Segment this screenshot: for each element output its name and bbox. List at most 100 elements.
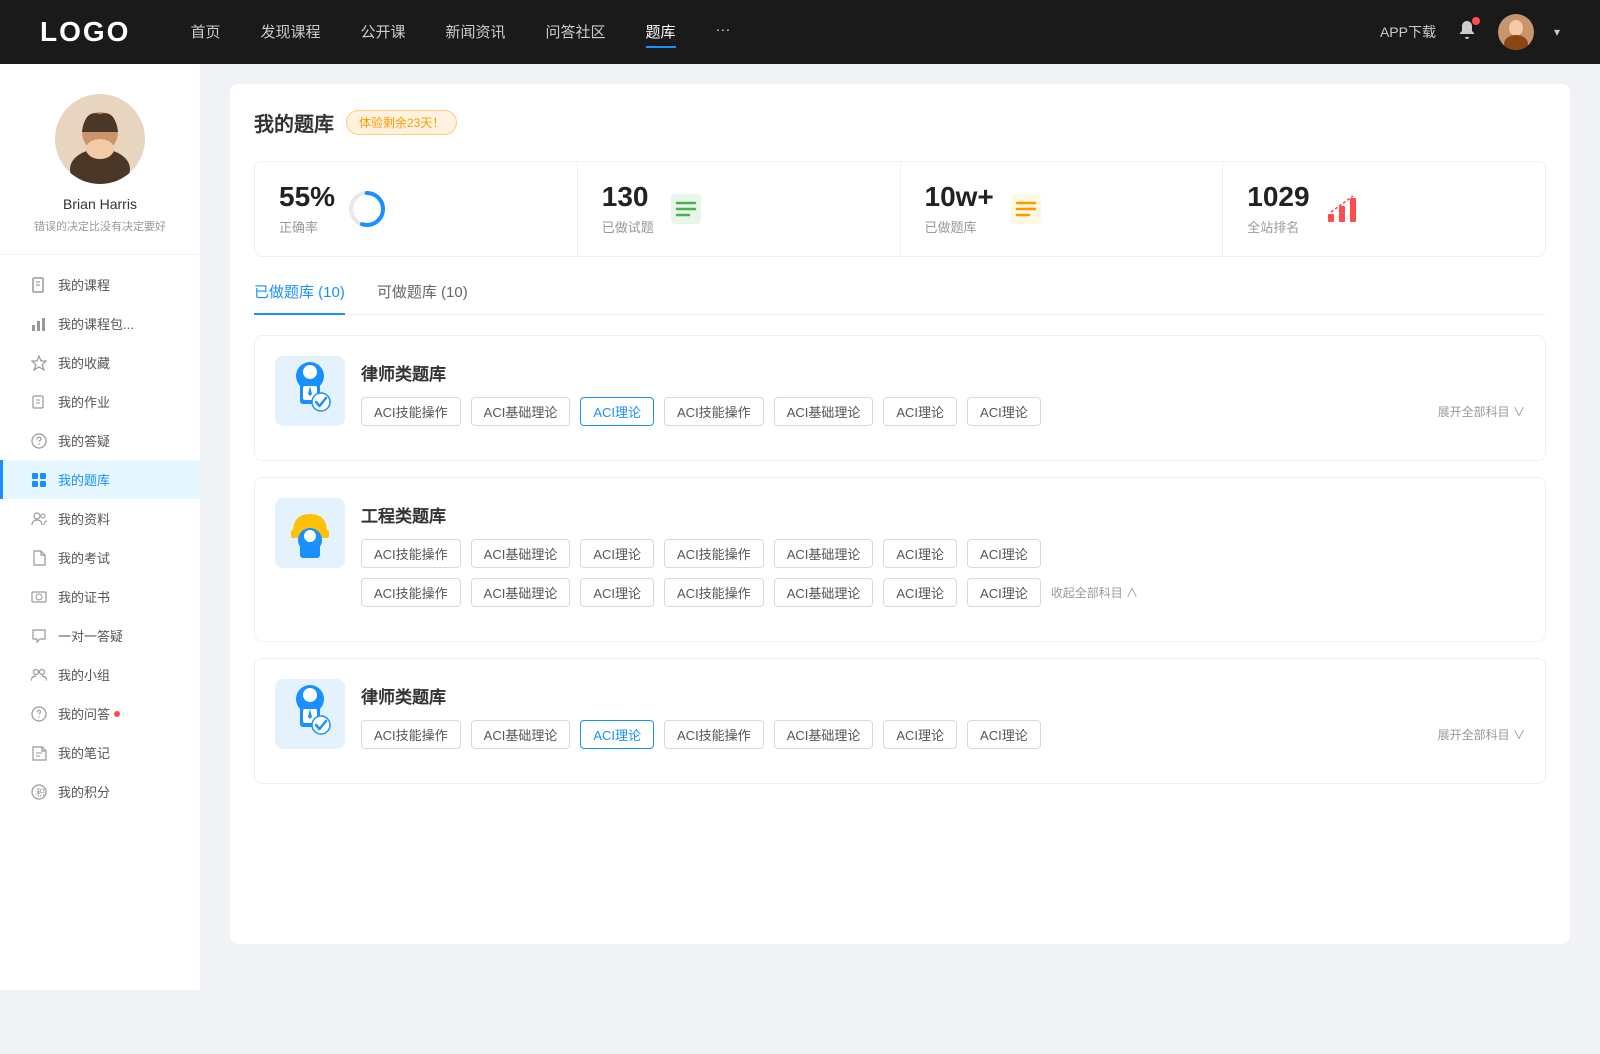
tab-available-banks[interactable]: 可做题库 (10) xyxy=(377,281,468,314)
tag-lawyer2-6[interactable]: ACI理论 xyxy=(967,720,1041,749)
main-layout: Brian Harris 错误的决定比没有决定要好 我的课程 我的课程包... xyxy=(0,64,1600,990)
page-title: 我的题库 xyxy=(254,108,334,137)
tag-lawyer2-0[interactable]: ACI技能操作 xyxy=(361,720,461,749)
nav-open-course[interactable]: 公开课 xyxy=(360,17,405,48)
file-icon xyxy=(30,549,48,567)
nav-discover[interactable]: 发现课程 xyxy=(260,17,320,48)
lawyer-bank-icon-2 xyxy=(275,679,345,749)
user-avatar[interactable] xyxy=(1498,14,1534,50)
main-nav: 首页 发现课程 公开课 新闻资讯 问答社区 题库 ··· xyxy=(190,17,1380,48)
sidebar-item-courses[interactable]: 我的课程 xyxy=(0,265,200,304)
sidebar-label-homework: 我的作业 xyxy=(58,392,110,411)
sidebar-item-notes[interactable]: 我的笔记 xyxy=(0,733,200,772)
tag-eng1-r1-4[interactable]: ACI基础理论 xyxy=(774,539,874,568)
stat-done-questions-label: 已做试题 xyxy=(602,217,654,236)
tag-eng1-r2-1[interactable]: ACI基础理论 xyxy=(471,578,571,607)
sidebar-item-homework[interactable]: 我的作业 xyxy=(0,382,200,421)
sidebar-item-certificates[interactable]: 我的证书 xyxy=(0,577,200,616)
sidebar-profile: Brian Harris 错误的决定比没有决定要好 xyxy=(0,94,200,255)
collapse-btn-engineer1[interactable]: 收起全部科目 ∧ xyxy=(1051,584,1138,601)
sidebar: Brian Harris 错误的决定比没有决定要好 我的课程 我的课程包... xyxy=(0,64,200,990)
tag-lawyer2-5[interactable]: ACI理论 xyxy=(883,720,957,749)
notification-bell[interactable] xyxy=(1456,19,1478,46)
stat-done-banks-label: 已做题库 xyxy=(925,217,994,236)
tab-done-banks[interactable]: 已做题库 (10) xyxy=(254,281,345,314)
app-download-button[interactable]: APP下载 xyxy=(1380,22,1436,42)
sidebar-item-my-questions[interactable]: 我的问答 xyxy=(0,694,200,733)
sidebar-item-profile-data[interactable]: 我的资料 xyxy=(0,499,200,538)
tag-eng1-r2-3[interactable]: ACI技能操作 xyxy=(664,578,764,607)
stat-site-rank: 1029 全站排名 xyxy=(1223,162,1545,256)
tag-lawyer1-6[interactable]: ACI理论 xyxy=(967,397,1041,426)
edit-icon xyxy=(30,393,48,411)
tag-eng1-r2-5[interactable]: ACI理论 xyxy=(883,578,957,607)
sidebar-label-favorites: 我的收藏 xyxy=(58,353,110,372)
tags-row-lawyer-2: ACI技能操作 ACI基础理论 ACI理论 ACI技能操作 ACI基础理论 AC… xyxy=(361,720,1525,749)
sidebar-item-course-packages[interactable]: 我的课程包... xyxy=(0,304,200,343)
svg-text:积: 积 xyxy=(36,787,45,798)
tag-eng1-r1-5[interactable]: ACI理论 xyxy=(883,539,957,568)
tag-eng1-r2-6[interactable]: ACI理论 xyxy=(967,578,1041,607)
tag-lawyer1-0[interactable]: ACI技能操作 xyxy=(361,397,461,426)
sidebar-menu: 我的课程 我的课程包... 我的收藏 我的作业 xyxy=(0,255,200,821)
tags-row-engineer-1-row2: ACI技能操作 ACI基础理论 ACI理论 ACI技能操作 ACI基础理论 AC… xyxy=(361,578,1525,607)
qbank-title-lawyer-2: 律师类题库 xyxy=(361,679,1525,708)
sidebar-item-points[interactable]: 积 我的积分 xyxy=(0,772,200,811)
tag-eng1-r1-6[interactable]: ACI理论 xyxy=(967,539,1041,568)
qbank-card-lawyer-1: 律师类题库 ACI技能操作 ACI基础理论 ACI理论 ACI技能操作 ACI基… xyxy=(254,335,1546,461)
notes-icon xyxy=(30,744,48,762)
profile-name: Brian Harris xyxy=(63,196,137,212)
nav-qbank[interactable]: 题库 xyxy=(646,17,676,48)
tag-eng1-r1-2[interactable]: ACI理论 xyxy=(580,539,654,568)
sidebar-item-questions[interactable]: 我的答疑 xyxy=(0,421,200,460)
sidebar-label-courses: 我的课程 xyxy=(58,275,110,294)
sidebar-item-exams[interactable]: 我的考试 xyxy=(0,538,200,577)
sidebar-item-groups[interactable]: 我的小组 xyxy=(0,655,200,694)
tag-eng1-r2-2[interactable]: ACI理论 xyxy=(580,578,654,607)
stat-site-rank-label: 全站排名 xyxy=(1247,217,1309,236)
tag-lawyer2-4[interactable]: ACI基础理论 xyxy=(774,720,874,749)
expand-btn-lawyer2[interactable]: 展开全部科目 ∨ xyxy=(1438,726,1525,743)
tag-eng1-r1-3[interactable]: ACI技能操作 xyxy=(664,539,764,568)
nav-news[interactable]: 新闻资讯 xyxy=(446,17,506,48)
header: LOGO 首页 发现课程 公开课 新闻资讯 问答社区 题库 ··· APP下载 … xyxy=(0,0,1600,64)
sidebar-item-qbank[interactable]: 我的题库 xyxy=(0,460,200,499)
lawyer-bank-icon xyxy=(275,356,345,426)
question-icon xyxy=(30,432,48,450)
logo: LOGO xyxy=(40,16,130,48)
my-questions-dot xyxy=(114,711,120,717)
bar-icon xyxy=(30,315,48,333)
tag-lawyer1-2[interactable]: ACI理论 xyxy=(580,397,654,426)
nav-home[interactable]: 首页 xyxy=(190,17,220,48)
sidebar-item-favorites[interactable]: 我的收藏 xyxy=(0,343,200,382)
page-header: 我的题库 体验剩余23天！ xyxy=(254,108,1546,137)
content-inner: 我的题库 体验剩余23天！ 55% 正确率 xyxy=(230,84,1570,944)
tag-eng1-r1-1[interactable]: ACI基础理论 xyxy=(471,539,571,568)
stat-accuracy: 55% 正确率 xyxy=(255,162,578,256)
pie-chart-icon xyxy=(347,189,387,229)
tag-lawyer2-3[interactable]: ACI技能操作 xyxy=(664,720,764,749)
tag-eng1-r1-0[interactable]: ACI技能操作 xyxy=(361,539,461,568)
qbank-title-lawyer-1: 律师类题库 xyxy=(361,356,1525,385)
nav-qa[interactable]: 问答社区 xyxy=(546,17,606,48)
tag-lawyer1-5[interactable]: ACI理论 xyxy=(883,397,957,426)
tag-lawyer2-1[interactable]: ACI基础理论 xyxy=(471,720,571,749)
tag-eng1-r2-0[interactable]: ACI技能操作 xyxy=(361,578,461,607)
stat-done-questions: 130 已做试题 xyxy=(578,162,901,256)
grid-icon xyxy=(30,471,48,489)
sidebar-label-groups: 我的小组 xyxy=(58,665,110,684)
sidebar-item-one-on-one[interactable]: 一对一答疑 xyxy=(0,616,200,655)
sidebar-label-exams: 我的考试 xyxy=(58,548,110,567)
chat-icon xyxy=(30,627,48,645)
tag-lawyer1-1[interactable]: ACI基础理论 xyxy=(471,397,571,426)
tag-eng1-r2-4[interactable]: ACI基础理论 xyxy=(774,578,874,607)
sidebar-label-notes: 我的笔记 xyxy=(58,743,110,762)
users-icon xyxy=(30,666,48,684)
tag-lawyer1-3[interactable]: ACI技能操作 xyxy=(664,397,764,426)
nav-more[interactable]: ··· xyxy=(716,17,731,48)
user-dropdown-arrow[interactable]: ▾ xyxy=(1554,25,1560,39)
expand-btn-lawyer1[interactable]: 展开全部科目 ∨ xyxy=(1438,403,1525,420)
tag-lawyer2-2[interactable]: ACI理论 xyxy=(580,720,654,749)
tag-lawyer1-4[interactable]: ACI基础理论 xyxy=(774,397,874,426)
bar-chart-red-icon xyxy=(1322,189,1362,229)
